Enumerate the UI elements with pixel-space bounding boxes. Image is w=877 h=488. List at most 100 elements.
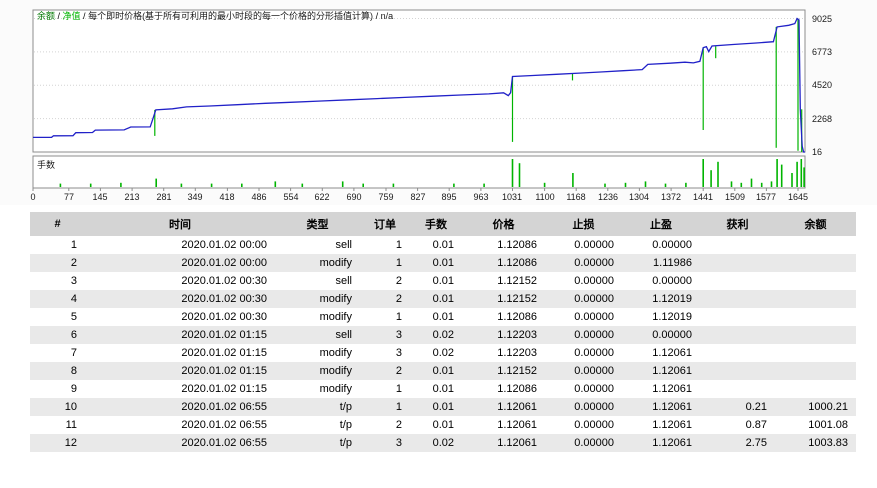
table-header-row: #时间类型订单手数价格止损止盈获利余额 [30,212,856,236]
trade-cell: modify [275,380,360,398]
trade-row[interactable]: 12020.01.02 00:00sell10.011.120860.00000… [30,236,856,254]
trade-cell: 0.00000 [545,272,622,290]
trade-cell: sell [275,326,360,344]
trade-cell: 0.01 [410,416,462,434]
table-header-cell: 余额 [775,212,856,236]
trade-cell: 1.12203 [462,344,545,362]
table-header-cell: 订单 [360,212,410,236]
trade-cell: 12 [30,434,85,452]
trade-cell: 0.00000 [622,272,700,290]
table-header-cell: 止损 [545,212,622,236]
trade-row[interactable]: 62020.01.02 01:15sell30.021.122030.00000… [30,326,856,344]
trade-row[interactable]: 52020.01.02 00:30modify10.011.120860.000… [30,308,856,326]
trade-row[interactable]: 72020.01.02 01:15modify30.021.122030.000… [30,344,856,362]
trade-cell: 1 [360,398,410,416]
table-header-cell: 类型 [275,212,360,236]
trade-cell: 1.12061 [622,380,700,398]
trade-cell: 2 [30,254,85,272]
table-header-cell: # [30,212,85,236]
table-header-cell: 手数 [410,212,462,236]
trade-cell: 0.00000 [545,236,622,254]
trade-cell: 0.87 [700,416,775,434]
trade-cell: 3 [360,434,410,452]
trade-cell: 0.01 [410,362,462,380]
trade-cell [775,380,856,398]
trade-row[interactable]: 112020.01.02 06:55t/p20.011.120610.00000… [30,416,856,434]
trade-cell: sell [275,236,360,254]
trade-cell: 1.12061 [622,434,700,452]
trade-row[interactable]: 42020.01.02 00:30modify20.011.121520.000… [30,290,856,308]
trade-row[interactable]: 82020.01.02 01:15modify20.011.121520.000… [30,362,856,380]
trade-cell: 2020.01.02 00:30 [85,272,275,290]
trade-cell: 1.12086 [462,236,545,254]
trade-cell: 1 [360,308,410,326]
trade-cell: 1.12061 [622,398,700,416]
trade-cell: 2020.01.02 00:00 [85,254,275,272]
trade-cell: 0.00000 [545,254,622,272]
trade-cell: 2020.01.02 01:15 [85,362,275,380]
trade-cell: 2020.01.02 01:15 [85,380,275,398]
trade-cell: 2020.01.02 01:15 [85,344,275,362]
trade-cell [775,362,856,380]
trade-cell: 0.01 [410,308,462,326]
trade-cell [700,272,775,290]
trade-row[interactable]: 122020.01.02 06:55t/p30.021.120610.00000… [30,434,856,452]
balance-chart[interactable]: 余额 / 净值 / 每个即时价格(基于所有可利用的最小时段的每一个价格的分形插值… [0,0,877,205]
main-plot-area[interactable] [33,10,805,152]
trade-cell: 2020.01.02 01:15 [85,326,275,344]
trade-cell: 1.12019 [622,308,700,326]
trade-cell: 0.00000 [622,326,700,344]
trade-cell: 2.75 [700,434,775,452]
trade-cell: 1 [360,236,410,254]
table-body: 12020.01.02 00:00sell10.011.120860.00000… [30,236,856,452]
trade-cell [775,236,856,254]
trade-cell: 0.01 [410,380,462,398]
trade-cell [700,236,775,254]
trade-cell: 0.01 [410,290,462,308]
trade-row[interactable]: 92020.01.02 01:15modify10.011.120860.000… [30,380,856,398]
trade-cell: 0.00000 [545,362,622,380]
trade-row[interactable]: 32020.01.02 00:30sell20.011.121520.00000… [30,272,856,290]
trade-cell: 2020.01.02 00:00 [85,236,275,254]
trade-cell: 0.00000 [622,236,700,254]
trade-cell: 6 [30,326,85,344]
table-header-cell: 时间 [85,212,275,236]
trade-cell: t/p [275,434,360,452]
trade-cell: 1 [360,380,410,398]
trade-row[interactable]: 22020.01.02 00:00modify10.011.120860.000… [30,254,856,272]
trade-cell: 1.12086 [462,380,545,398]
trade-cell [700,362,775,380]
trade-cell: 2 [360,290,410,308]
trade-cell: 5 [30,308,85,326]
table-header-cell: 获利 [700,212,775,236]
trade-cell: 2 [360,362,410,380]
trade-cell [775,290,856,308]
trade-cell [775,308,856,326]
trade-cell: 0.00000 [545,380,622,398]
trade-cell: 1.12152 [462,362,545,380]
trade-cell [775,272,856,290]
trade-cell [775,326,856,344]
trade-cell: 2020.01.02 00:30 [85,290,275,308]
trade-cell: 0.01 [410,236,462,254]
trade-cell: 4 [30,290,85,308]
trade-cell: 1.12061 [462,416,545,434]
trade-cell: modify [275,362,360,380]
trade-cell: 0.00000 [545,344,622,362]
trade-cell: 0.00000 [545,416,622,434]
trade-cell [700,308,775,326]
lots-plot-area[interactable] [33,156,805,188]
trade-cell [700,380,775,398]
chart-canvas[interactable] [0,0,877,205]
trade-cell: modify [275,290,360,308]
trade-cell: 0.00000 [545,290,622,308]
trade-cell: 10 [30,398,85,416]
trade-cell [700,254,775,272]
trade-cell: t/p [275,416,360,434]
trade-cell: 0.01 [410,398,462,416]
trade-cell: t/p [275,398,360,416]
trade-row[interactable]: 102020.01.02 06:55t/p10.011.120610.00000… [30,398,856,416]
trade-cell: 0.02 [410,434,462,452]
trade-cell [700,290,775,308]
trade-cell: 0.00000 [545,308,622,326]
